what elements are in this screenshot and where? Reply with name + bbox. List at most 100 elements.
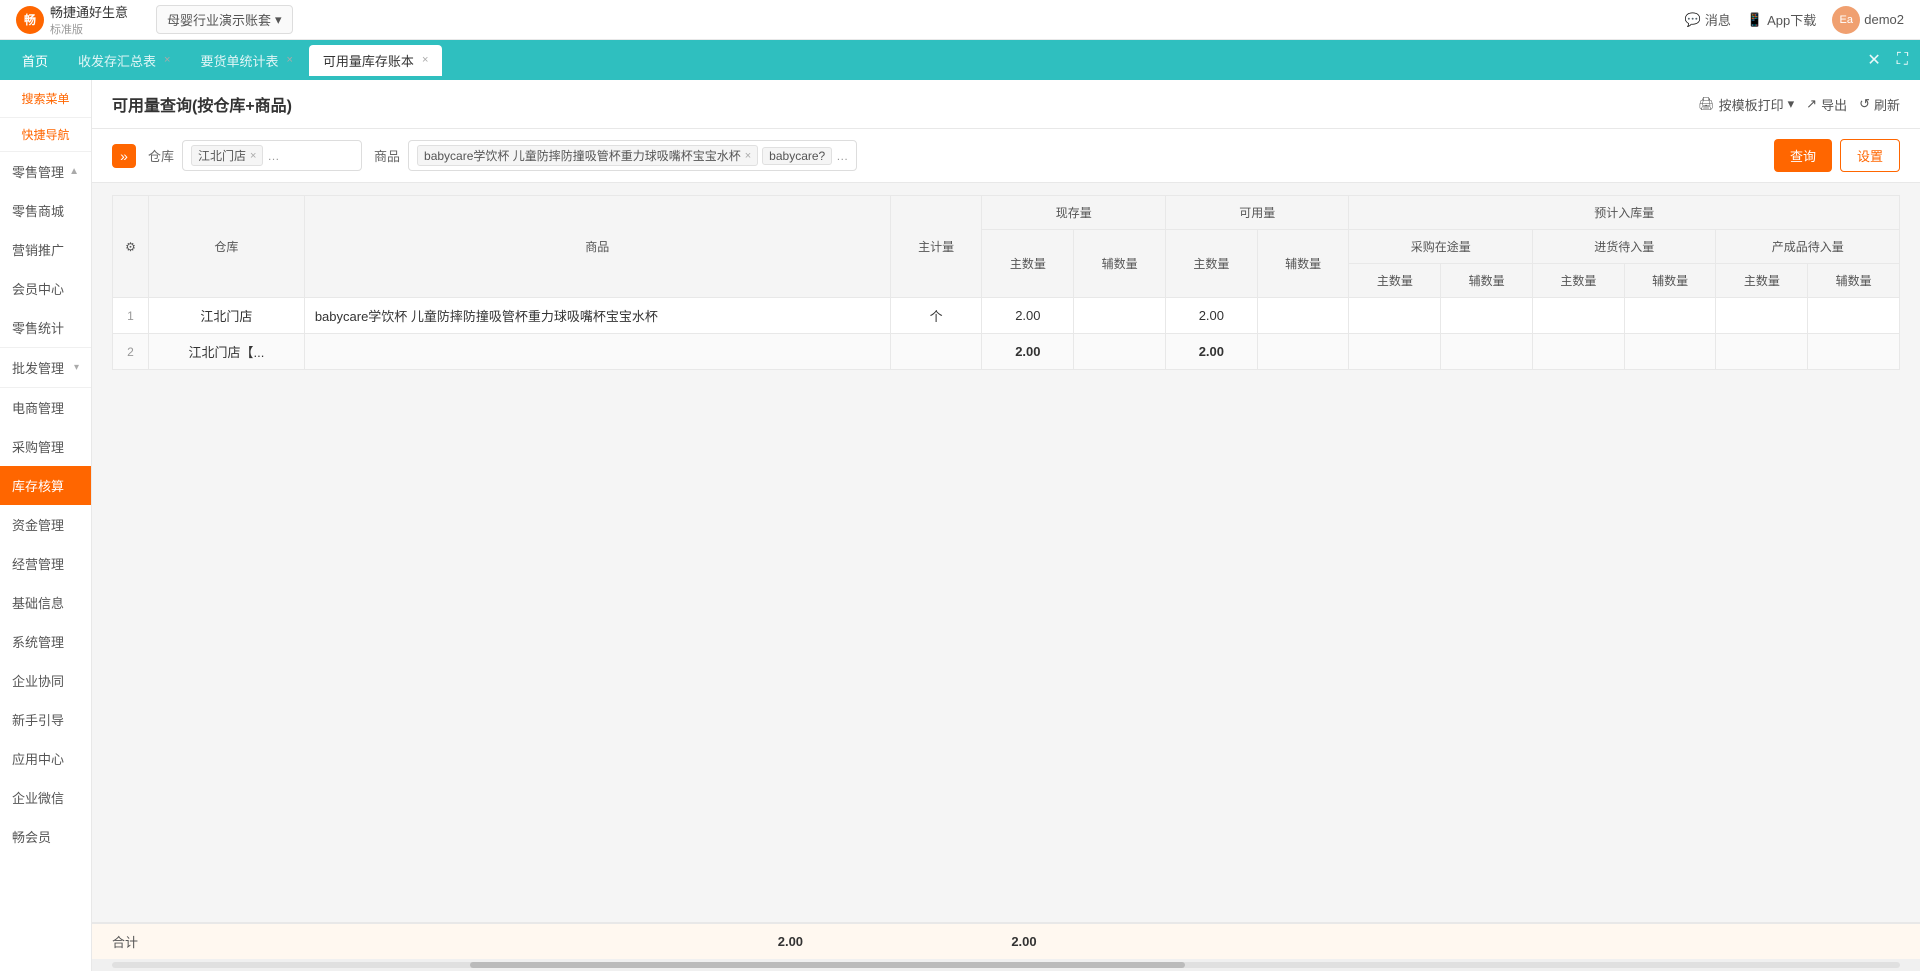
app-download-btn[interactable]: 📱 App下载 <box>1747 10 1816 29</box>
main-layout: 搜索菜单 快捷导航 零售管理 ▲ 零售商城 营销推广 会员中心 零售统计 <box>0 80 1920 971</box>
scrollbar-thumb[interactable] <box>470 962 1185 968</box>
top-bar: 畅 畅捷通好生意 标准版 母婴行业演示账套 ▾ 💬 消息 📱 App下载 Ea … <box>0 0 1920 40</box>
warehouse-tag-text: 江北门店 <box>198 147 246 164</box>
table-footer: 合计 2.00 2.00 <box>92 922 1920 959</box>
sidebar-section-wholesale: 批发管理 ▾ <box>0 348 91 388</box>
data-table: ⚙ 仓库 商品 主计量 现存量 可用量 预计入库量 主数量 辅数量 主数量 辅数… <box>112 195 1900 370</box>
tab-close-icon[interactable]: × <box>164 54 170 66</box>
top-bar-left: 畅 畅捷通好生意 标准版 母婴行业演示账套 ▾ <box>16 2 293 37</box>
cell-purchase-aux <box>1441 298 1533 334</box>
refresh-btn[interactable]: ↺ 刷新 <box>1859 95 1900 114</box>
query-button[interactable]: 查询 <box>1774 139 1832 172</box>
cell-purchase-main <box>1349 298 1441 334</box>
filter-expand-btn[interactable]: » <box>112 144 136 168</box>
cell-product <box>304 334 890 370</box>
row-num: 1 <box>113 298 149 334</box>
maximize-btn[interactable]: ⛶ <box>1893 47 1912 73</box>
sidebar-item-retail-stats[interactable]: 零售统计 <box>0 308 91 347</box>
cell-avail-main: 2.00 <box>1165 334 1257 370</box>
sidebar-item-purchase[interactable]: 采购管理 <box>0 427 91 466</box>
export-btn[interactable]: ↗ 导出 <box>1806 95 1847 114</box>
sidebar-item-finance[interactable]: 资金管理 <box>0 505 91 544</box>
product-tag-close[interactable]: × <box>745 150 751 162</box>
tab-label: 要货单统计表 <box>200 51 278 70</box>
sidebar-search[interactable]: 搜索菜单 <box>0 80 91 118</box>
row-num: 2 <box>113 334 149 370</box>
warehouse-filter-group: 仓库 江北门店 × … <box>148 140 362 171</box>
sidebar-item-marketing[interactable]: 营销推广 <box>0 230 91 269</box>
warehouse-tag-close[interactable]: × <box>250 150 256 162</box>
sidebar-item-label: 经营管理 <box>12 554 64 573</box>
org-selector[interactable]: 母婴行业演示账套 ▾ <box>156 5 293 34</box>
footer-avail-main: 2.00 <box>966 934 1083 949</box>
sidebar-item-label: 会员中心 <box>12 279 64 298</box>
tab-label: 可用量库存账本 <box>323 51 414 70</box>
export-icon: ↗ <box>1806 96 1817 112</box>
avatar: Ea <box>1832 6 1860 34</box>
app-icon: 📱 <box>1747 12 1763 28</box>
sidebar-item-label: 企业微信 <box>12 788 64 807</box>
chevron-down-icon: ▾ <box>275 12 282 28</box>
product-input[interactable]: babycare学饮杯 儿童防摔防撞吸管杯重力球吸嘴杯宝宝水杯 × babyca… <box>408 140 857 171</box>
sidebar-item-member[interactable]: 会员中心 <box>0 269 91 308</box>
warehouse-more[interactable]: … <box>267 149 279 163</box>
sidebar-item-label: 批发管理 <box>12 358 64 377</box>
message-btn[interactable]: 💬 消息 <box>1685 10 1731 29</box>
th-settings: ⚙ <box>113 196 149 298</box>
cell-stock-aux <box>1074 298 1166 334</box>
tab-available-stock[interactable]: 可用量库存账本 × <box>309 45 442 76</box>
sidebar-item-app-center[interactable]: 应用中心 <box>0 739 91 778</box>
sidebar-item-enterprise-collab[interactable]: 企业协同 <box>0 661 91 700</box>
th-warehouse: 仓库 <box>149 196 305 298</box>
sidebar-item-label: 营销推广 <box>12 240 64 259</box>
cell-unit <box>890 334 982 370</box>
cell-incoming-aux <box>1624 298 1716 334</box>
tab-bar-right: ✕ ⛶ <box>1863 46 1912 74</box>
settings-button[interactable]: 设置 <box>1840 139 1900 172</box>
user-area[interactable]: Ea demo2 <box>1832 6 1904 34</box>
cell-produced-aux <box>1808 334 1900 370</box>
sidebar-item-label: 基础信息 <box>12 593 64 612</box>
cell-produced-aux <box>1808 298 1900 334</box>
sidebar-item-member-plus[interactable]: 畅会员 <box>0 817 91 856</box>
logo-text: 畅捷通好生意 <box>50 2 128 21</box>
filter-area: » 仓库 江北门店 × … 商品 babycare学饮杯 儿童防摔防撞吸管杯重力… <box>92 129 1920 183</box>
logo-icon: 畅 <box>16 6 44 34</box>
th-purchase-aux: 辅数量 <box>1441 264 1533 298</box>
sidebar-item-ecommerce[interactable]: 电商管理 <box>0 388 91 427</box>
sidebar-item-retail-manage[interactable]: 零售管理 ▲ <box>0 152 91 191</box>
sidebar-item-system[interactable]: 系统管理 <box>0 622 91 661</box>
cell-unit: 个 <box>890 298 982 334</box>
sidebar-item-label: 采购管理 <box>12 437 64 456</box>
th-avail-main: 主数量 <box>1165 230 1257 298</box>
warehouse-input[interactable]: 江北门店 × … <box>182 140 362 171</box>
th-main-unit: 主计量 <box>890 196 982 298</box>
product-more[interactable]: … <box>836 149 848 163</box>
sidebar-item-inventory[interactable]: 库存核算 <box>0 466 91 505</box>
sidebar-item-newbie[interactable]: 新手引导 <box>0 700 91 739</box>
chevron-icon: ▾ <box>74 362 79 373</box>
print-btn[interactable]: 🖨 按模板打印 ▾ <box>1698 95 1794 114</box>
sidebar-quick-nav[interactable]: 快捷导航 <box>0 118 91 152</box>
sidebar-item-retail-mall[interactable]: 零售商城 <box>0 191 91 230</box>
tab-order-summary[interactable]: 要货单统计表 × <box>186 45 306 76</box>
sidebar-item-label: 零售统计 <box>12 318 64 337</box>
sidebar-item-label: 企业协同 <box>12 671 64 690</box>
th-incoming-aux: 辅数量 <box>1624 264 1716 298</box>
th-purchase-transit: 采购在途量 <box>1349 230 1533 264</box>
tab-home[interactable]: 首页 <box>8 45 62 76</box>
sidebar-item-basic-info[interactable]: 基础信息 <box>0 583 91 622</box>
page-title: 可用量查询(按仓库+商品) <box>112 92 292 116</box>
tab-close-icon[interactable]: × <box>286 54 292 66</box>
table-area: ⚙ 仓库 商品 主计量 现存量 可用量 预计入库量 主数量 辅数量 主数量 辅数… <box>92 183 1920 922</box>
close-window-btn[interactable]: ✕ <box>1863 46 1884 74</box>
page-header: 可用量查询(按仓库+商品) 🖨 按模板打印 ▾ ↗ 导出 ↺ 刷新 <box>92 80 1920 129</box>
cell-stock-main: 2.00 <box>982 334 1074 370</box>
tab-close-icon[interactable]: × <box>422 54 428 66</box>
sidebar-item-operations[interactable]: 经营管理 <box>0 544 91 583</box>
tab-collect-summary[interactable]: 收发存汇总表 × <box>64 45 184 76</box>
sidebar-item-wholesale[interactable]: 批发管理 ▾ <box>0 348 91 387</box>
th-incoming-pending: 进货待入量 <box>1532 230 1716 264</box>
th-avail-aux: 辅数量 <box>1257 230 1349 298</box>
sidebar-item-wechat[interactable]: 企业微信 <box>0 778 91 817</box>
